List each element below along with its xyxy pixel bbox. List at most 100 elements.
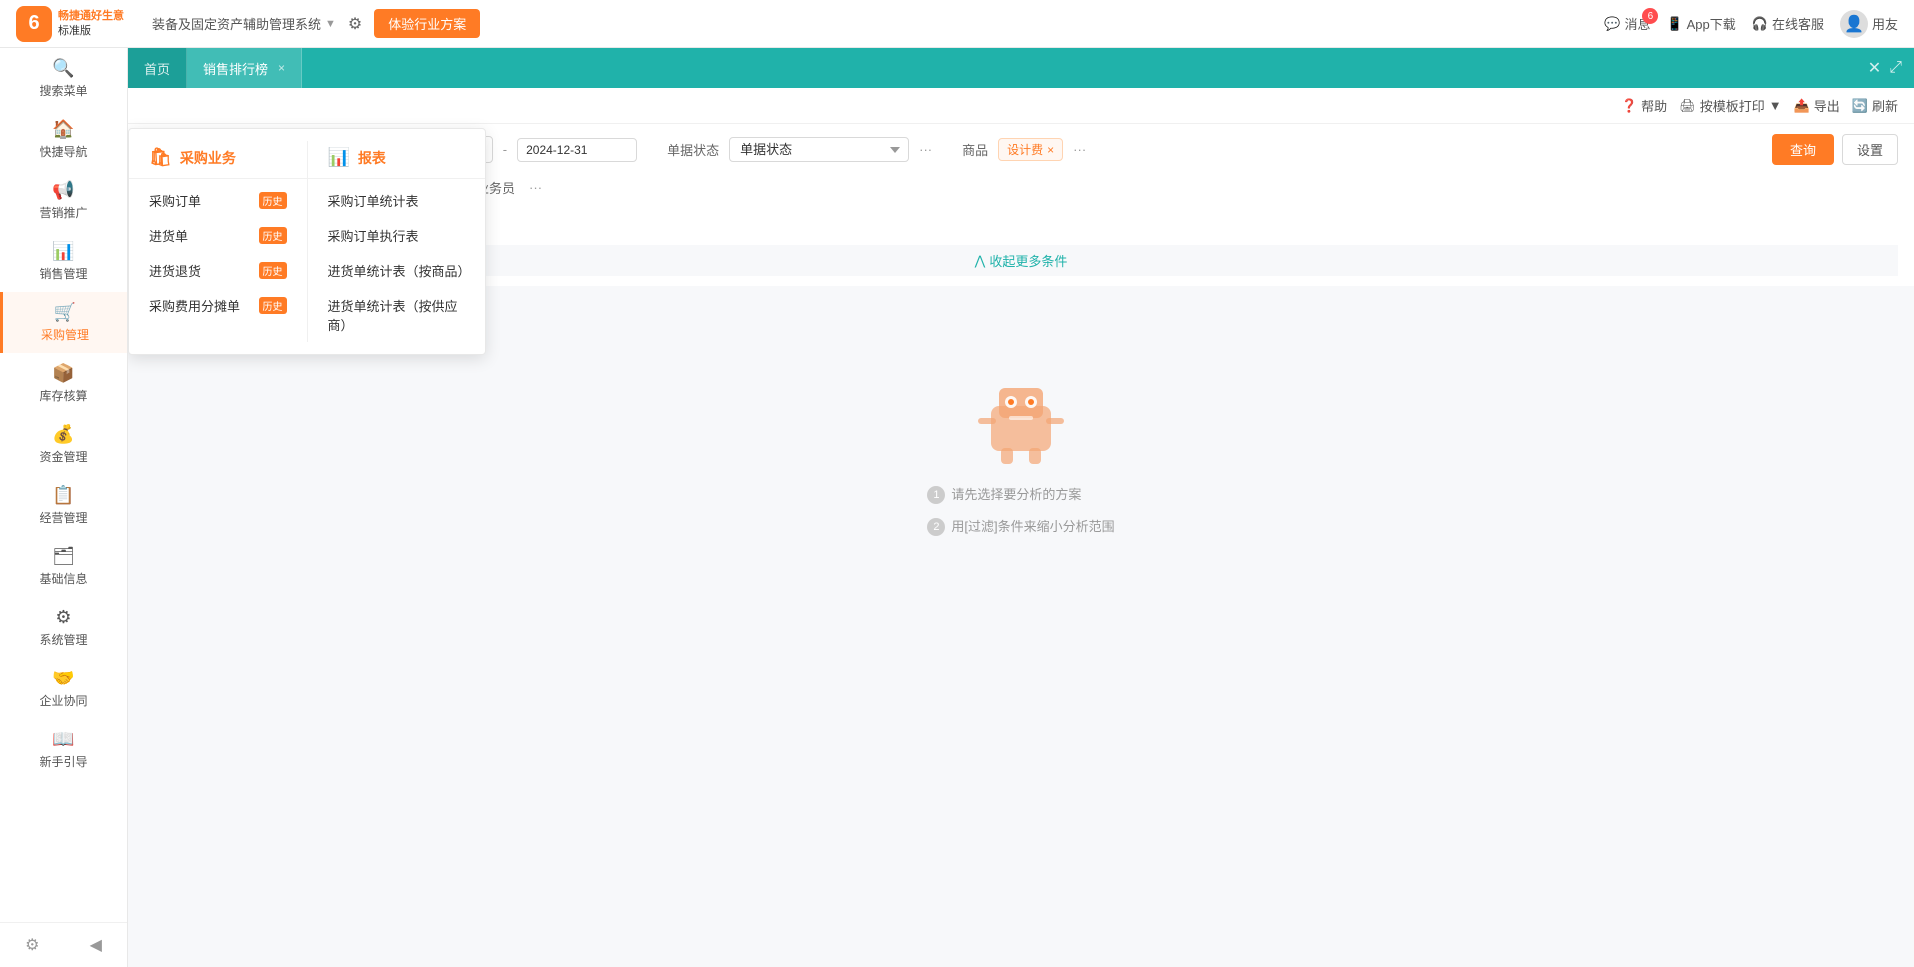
goods-tag-close[interactable]: × bbox=[1047, 143, 1054, 157]
goods-tag-value: 设计费 bbox=[1007, 141, 1043, 158]
goods-label: 商品 bbox=[962, 140, 988, 159]
system-name: 装备及固定资产辅助管理系统 bbox=[152, 14, 321, 33]
sidebar-item-guide-label: 新手引导 bbox=[39, 753, 87, 770]
purchase-icon: 🛒 bbox=[54, 302, 76, 323]
sales-icon: 📊 bbox=[52, 241, 74, 262]
sidebar-item-marketing-label: 营销推广 bbox=[39, 204, 87, 221]
tab-sales-rank-label: 销售排行榜 bbox=[203, 59, 268, 78]
sidebar-item-basic-label: 基础信息 bbox=[39, 570, 87, 587]
content-area: 首页 销售排行榜 × ✕ ⤢ ❓ 帮助 bbox=[128, 48, 1914, 967]
print-button[interactable]: 🖨 按模板打印 ▼ bbox=[1679, 96, 1781, 115]
voucher-dots[interactable]: ··· bbox=[919, 142, 932, 157]
system-dropdown-arrow[interactable]: ▼ bbox=[325, 18, 336, 30]
sidebar-item-marketing[interactable]: 📢 营销推广 bbox=[0, 170, 127, 231]
step2-text: 用[过滤]条件来缩小分析范围 bbox=[951, 514, 1114, 540]
app-container: 6 畅捷通好生意 标准版 装备及固定资产辅助管理系统 ▼ ⚙ 体验行业方案 💬 … bbox=[0, 0, 1914, 967]
query-button[interactable]: 查询 bbox=[1772, 134, 1834, 165]
dropdown-purchase-return[interactable]: 进货退货 历史 bbox=[129, 253, 307, 288]
operations-icon: 📋 bbox=[52, 485, 74, 506]
dropdown-report-order-stat-label: 采购订单统计表 bbox=[328, 191, 419, 210]
dropdown-report-instock-goods[interactable]: 进货单统计表（按商品） bbox=[308, 253, 486, 288]
refresh-label: 刷新 bbox=[1872, 96, 1898, 115]
sidebar-item-purchase[interactable]: 🛒 采购管理 bbox=[0, 292, 127, 353]
settings-button[interactable]: 设置 bbox=[1842, 134, 1898, 165]
settings-icon[interactable]: ⚙ bbox=[348, 14, 362, 34]
sidebar-item-capital[interactable]: 💰 资金管理 bbox=[0, 414, 127, 475]
sidebar-item-system-label: 系统管理 bbox=[39, 631, 87, 648]
collapse-button[interactable]: ⋀ 收起更多条件 bbox=[975, 251, 1068, 270]
dropdown-purchase-fee[interactable]: 采购费用分摊单 历史 bbox=[129, 288, 307, 323]
sidebar-item-quick-nav-label: 快捷导航 bbox=[39, 143, 87, 160]
refresh-icon: 🔄 bbox=[1852, 98, 1868, 114]
tab-bar-right: ✕ ⤢ bbox=[1868, 58, 1914, 78]
purchase-col-header: 🛍 采购业务 bbox=[129, 141, 307, 179]
main-area: 🔍 搜索菜单 🏠 快捷导航 📢 营销推广 📊 销售管理 🛒 采购管理 📦 bbox=[0, 48, 1914, 967]
dropdown-purchase-order-badge: 历史 bbox=[259, 192, 287, 209]
sidebar-item-guide[interactable]: 📖 新手引导 bbox=[0, 719, 127, 780]
salesperson-dots[interactable]: ··· bbox=[529, 180, 542, 195]
sidebar-item-operations[interactable]: 📋 经营管理 bbox=[0, 475, 127, 536]
dropdown-purchase-return-badge: 历史 bbox=[259, 262, 287, 279]
dropdown-report-order-stat[interactable]: 采购订单统计表 bbox=[308, 183, 486, 218]
sidebar-settings-btn[interactable]: ⚙ bbox=[25, 935, 39, 955]
dropdown-purchase-instock-badge: 历史 bbox=[259, 227, 287, 244]
sidebar-item-inventory[interactable]: 📦 库存核算 bbox=[0, 353, 127, 414]
app-download-button[interactable]: 📱 App下载 bbox=[1666, 14, 1735, 33]
export-icon: 📤 bbox=[1794, 98, 1810, 114]
sidebar-item-system[interactable]: ⚙ 系统管理 bbox=[0, 597, 127, 658]
logo-text: 畅捷通好生意 标准版 bbox=[58, 9, 124, 38]
collapse-icon: ⋀ bbox=[975, 253, 986, 269]
tab-sales-rank[interactable]: 销售排行榜 × bbox=[187, 48, 302, 88]
marketing-icon: 📢 bbox=[52, 180, 74, 201]
system-icon: ⚙ bbox=[55, 607, 71, 628]
headset-icon: 🎧 bbox=[1752, 16, 1768, 32]
home-icon: 🏠 bbox=[52, 119, 74, 140]
help-button[interactable]: ❓ 帮助 bbox=[1621, 96, 1667, 115]
step1-text: 请先选择要分析的方案 bbox=[951, 482, 1081, 508]
online-service-button[interactable]: 🎧 在线客服 bbox=[1752, 14, 1824, 33]
dropdown-purchase-order-label: 采购订单 bbox=[149, 191, 201, 210]
guide-icon: 📖 bbox=[52, 729, 74, 750]
dropdown-purchase-return-label: 进货退货 bbox=[149, 261, 201, 280]
sidebar-item-sales[interactable]: 📊 销售管理 bbox=[0, 231, 127, 292]
dropdown-purchase-instock[interactable]: 进货单 历史 bbox=[129, 218, 307, 253]
trial-button[interactable]: 体验行业方案 bbox=[374, 9, 480, 38]
system-name-area: 装备及固定资产辅助管理系统 ▼ ⚙ 体验行业方案 bbox=[152, 9, 1604, 38]
sidebar-item-quick-nav[interactable]: 🏠 快捷导航 bbox=[0, 109, 127, 170]
date-separator: - bbox=[503, 142, 507, 157]
top-bar-right: 💬 消息 6 📱 App下载 🎧 在线客服 👤 用友 bbox=[1604, 10, 1898, 38]
dropdown-purchase-order[interactable]: 采购订单 历史 bbox=[129, 183, 307, 218]
user-button[interactable]: 👤 用友 bbox=[1840, 10, 1898, 38]
print-icon: 🖨 bbox=[1679, 98, 1696, 114]
sidebar: 🔍 搜索菜单 🏠 快捷导航 📢 营销推广 📊 销售管理 🛒 采购管理 📦 bbox=[0, 48, 128, 967]
help-label: 帮助 bbox=[1641, 96, 1667, 115]
refresh-button[interactable]: 🔄 刷新 bbox=[1852, 96, 1898, 115]
tab-maximize-icon[interactable]: ⤢ bbox=[1889, 59, 1902, 77]
goods-dots[interactable]: ··· bbox=[1073, 142, 1086, 157]
inventory-icon: 📦 bbox=[52, 363, 74, 384]
sidebar-item-basic[interactable]: 🗂 基础信息 bbox=[0, 536, 127, 597]
step1-num: 1 bbox=[927, 486, 945, 504]
avatar: 👤 bbox=[1840, 10, 1868, 38]
dropdown-purchase-fee-label: 采购费用分摊单 bbox=[149, 296, 240, 315]
capital-icon: 💰 bbox=[52, 424, 74, 445]
print-dropdown-icon[interactable]: ▼ bbox=[1769, 98, 1782, 113]
sidebar-bottom: ⚙ ◀ bbox=[0, 922, 127, 967]
voucher-status-select[interactable]: 单据状态 bbox=[729, 137, 909, 162]
messages-button[interactable]: 💬 消息 6 bbox=[1604, 14, 1650, 33]
empty-step2: 2 用[过滤]条件来缩小分析范围 bbox=[927, 514, 1114, 540]
empty-step1: 1 请先选择要分析的方案 bbox=[927, 482, 1114, 508]
sidebar-collapse-btn[interactable]: ◀ bbox=[90, 935, 102, 955]
sidebar-item-enterprise[interactable]: 🤝 企业协同 bbox=[0, 658, 127, 719]
tab-home[interactable]: 首页 bbox=[128, 48, 187, 88]
dropdown-report-order-exec[interactable]: 采购订单执行表 bbox=[308, 218, 486, 253]
dropdown-report-instock-goods-label: 进货单统计表（按商品） bbox=[328, 261, 466, 280]
print-label: 按模板打印 bbox=[1700, 96, 1765, 115]
tab-close-all-icon[interactable]: ✕ bbox=[1868, 58, 1881, 78]
export-button[interactable]: 📤 导出 bbox=[1794, 96, 1840, 115]
sidebar-item-search[interactable]: 🔍 搜索菜单 bbox=[0, 48, 127, 109]
tab-close-icon[interactable]: × bbox=[278, 61, 285, 75]
date-end-input[interactable] bbox=[517, 138, 637, 162]
dropdown-purchase-fee-badge: 历史 bbox=[259, 297, 287, 314]
dropdown-report-instock-supplier[interactable]: 进货单统计表（按供应商） bbox=[308, 288, 486, 342]
